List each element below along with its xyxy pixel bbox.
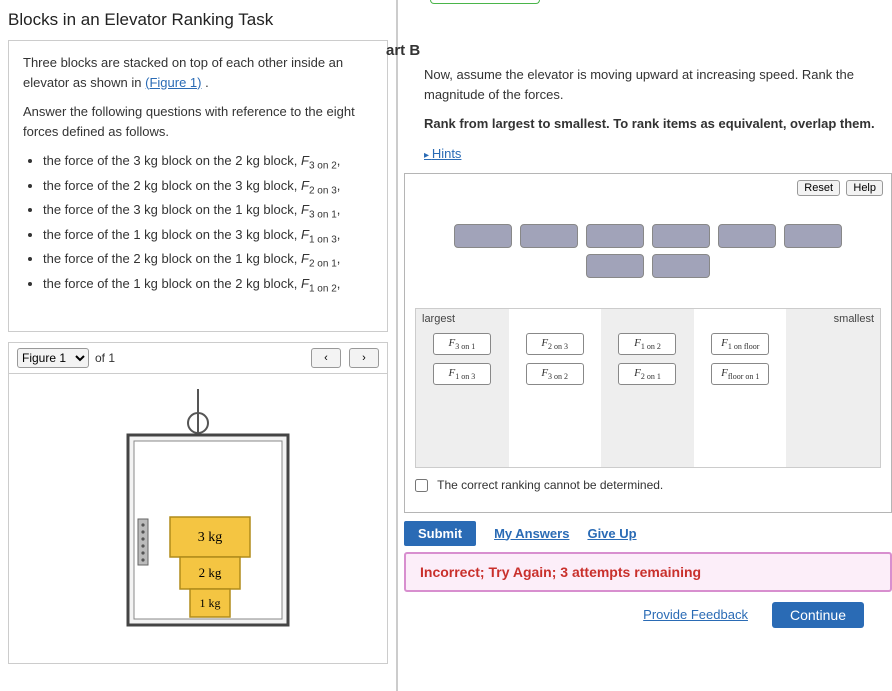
- largest-label: largest: [422, 313, 455, 325]
- submit-button[interactable]: Submit: [404, 521, 476, 546]
- instruction-1: Now, assume the elevator is moving upwar…: [424, 65, 884, 104]
- feedback-message: Incorrect; Try Again; 3 attempts remaini…: [404, 552, 892, 592]
- figure-area: 3 kg 2 kg 1 kg: [8, 374, 388, 664]
- block-1kg-label: 1 kg: [200, 596, 221, 610]
- rank-col-1[interactable]: F3 on 1 F1 on 3: [416, 309, 509, 467]
- reset-button[interactable]: Reset: [797, 180, 840, 196]
- force-list-item: the force of the 2 kg block on the 1 kg …: [43, 249, 373, 272]
- cannot-determine-checkbox[interactable]: [415, 479, 428, 492]
- my-answers-link[interactable]: My Answers: [494, 526, 569, 541]
- task-title: Blocks in an Elevator Ranking Task: [0, 8, 396, 40]
- provide-feedback-link[interactable]: Provide Feedback: [643, 607, 748, 622]
- right-panel: art B Now, assume the elevator is moving…: [380, 0, 892, 691]
- block-3kg-label: 3 kg: [198, 530, 223, 545]
- force-chip-f2on3[interactable]: F2 on 3: [526, 333, 584, 355]
- figure-prev-button[interactable]: ‹: [311, 348, 341, 368]
- rank-toolbar: Reset Help: [411, 180, 885, 196]
- force-list-item: the force of the 1 kg block on the 3 kg …: [43, 225, 373, 248]
- rank-col-3[interactable]: F1 on 2 F2 on 1: [602, 309, 695, 467]
- instruction-2: Rank from largest to smallest. To rank i…: [424, 114, 884, 134]
- empty-slot[interactable]: [586, 254, 644, 278]
- figure-toolbar: Figure 1 of 1 ‹ ›: [8, 342, 388, 374]
- left-panel: Blocks in an Elevator Ranking Task Three…: [0, 0, 398, 691]
- empty-slot[interactable]: [718, 224, 776, 248]
- cannot-determine-row: The correct ranking cannot be determined…: [411, 472, 885, 492]
- help-button[interactable]: Help: [846, 180, 883, 196]
- problem-statement: Three blocks are stacked on top of each …: [8, 40, 388, 332]
- force-chip-f3on2[interactable]: F3 on 2: [526, 363, 584, 385]
- intro-end: .: [205, 75, 209, 90]
- ranking-widget: Reset Help largest smallest F3 on 1 F1 o…: [404, 173, 892, 513]
- chip-tray-top: [411, 224, 885, 248]
- force-list-item: the force of the 2 kg block on the 3 kg …: [43, 176, 373, 199]
- figure-link[interactable]: (Figure 1): [145, 75, 201, 90]
- empty-slot[interactable]: [454, 224, 512, 248]
- force-list-item: the force of the 3 kg block on the 2 kg …: [43, 151, 373, 174]
- action-row: Submit My Answers Give Up: [404, 521, 892, 546]
- smallest-label: smallest: [834, 313, 874, 325]
- force-chip-f1onfloor[interactable]: F1 on floor: [711, 333, 769, 355]
- empty-slot[interactable]: [586, 224, 644, 248]
- give-up-link[interactable]: Give Up: [587, 526, 636, 541]
- force-chip-f1on3[interactable]: F1 on 3: [433, 363, 491, 385]
- instructions: Now, assume the elevator is moving upwar…: [384, 65, 892, 134]
- empty-slot[interactable]: [652, 224, 710, 248]
- empty-slot[interactable]: [520, 224, 578, 248]
- hints-link[interactable]: Hints: [424, 146, 461, 161]
- answer-intro: Answer the following questions with refe…: [23, 102, 373, 141]
- empty-slot[interactable]: [784, 224, 842, 248]
- bottom-row: Provide Feedback Continue: [384, 602, 892, 628]
- force-chip-f3on1[interactable]: F3 on 1: [433, 333, 491, 355]
- force-chip-f1on2[interactable]: F1 on 2: [618, 333, 676, 355]
- intro-paragraph: Three blocks are stacked on top of each …: [23, 53, 373, 92]
- figure-next-button[interactable]: ›: [349, 348, 379, 368]
- force-chip-f2on1[interactable]: F2 on 1: [618, 363, 676, 385]
- figure-count: of 1: [95, 351, 115, 365]
- rank-col-5[interactable]: [787, 309, 880, 467]
- empty-slot[interactable]: [652, 254, 710, 278]
- rank-col-2[interactable]: F2 on 3 F3 on 2: [509, 309, 602, 467]
- chip-tray-bottom: [411, 254, 885, 278]
- force-list-item: the force of the 3 kg block on the 1 kg …: [43, 200, 373, 223]
- figure-select[interactable]: Figure 1: [17, 348, 89, 368]
- elevator-diagram: 3 kg 2 kg 1 kg: [78, 389, 318, 649]
- block-2kg-label: 2 kg: [199, 565, 222, 580]
- force-chip-fflooron1[interactable]: Ffloor on 1: [711, 363, 769, 385]
- part-title: art B: [384, 0, 892, 65]
- continue-button[interactable]: Continue: [772, 602, 864, 628]
- rank-col-4[interactable]: F1 on floor Ffloor on 1: [694, 309, 787, 467]
- forces-list: the force of the 3 kg block on the 2 kg …: [43, 151, 373, 297]
- force-list-item: the force of the 1 kg block on the 2 kg …: [43, 274, 373, 297]
- ranking-area[interactable]: largest smallest F3 on 1 F1 on 3 F2 on 3…: [415, 308, 881, 468]
- cannot-determine-label: The correct ranking cannot be determined…: [437, 478, 663, 492]
